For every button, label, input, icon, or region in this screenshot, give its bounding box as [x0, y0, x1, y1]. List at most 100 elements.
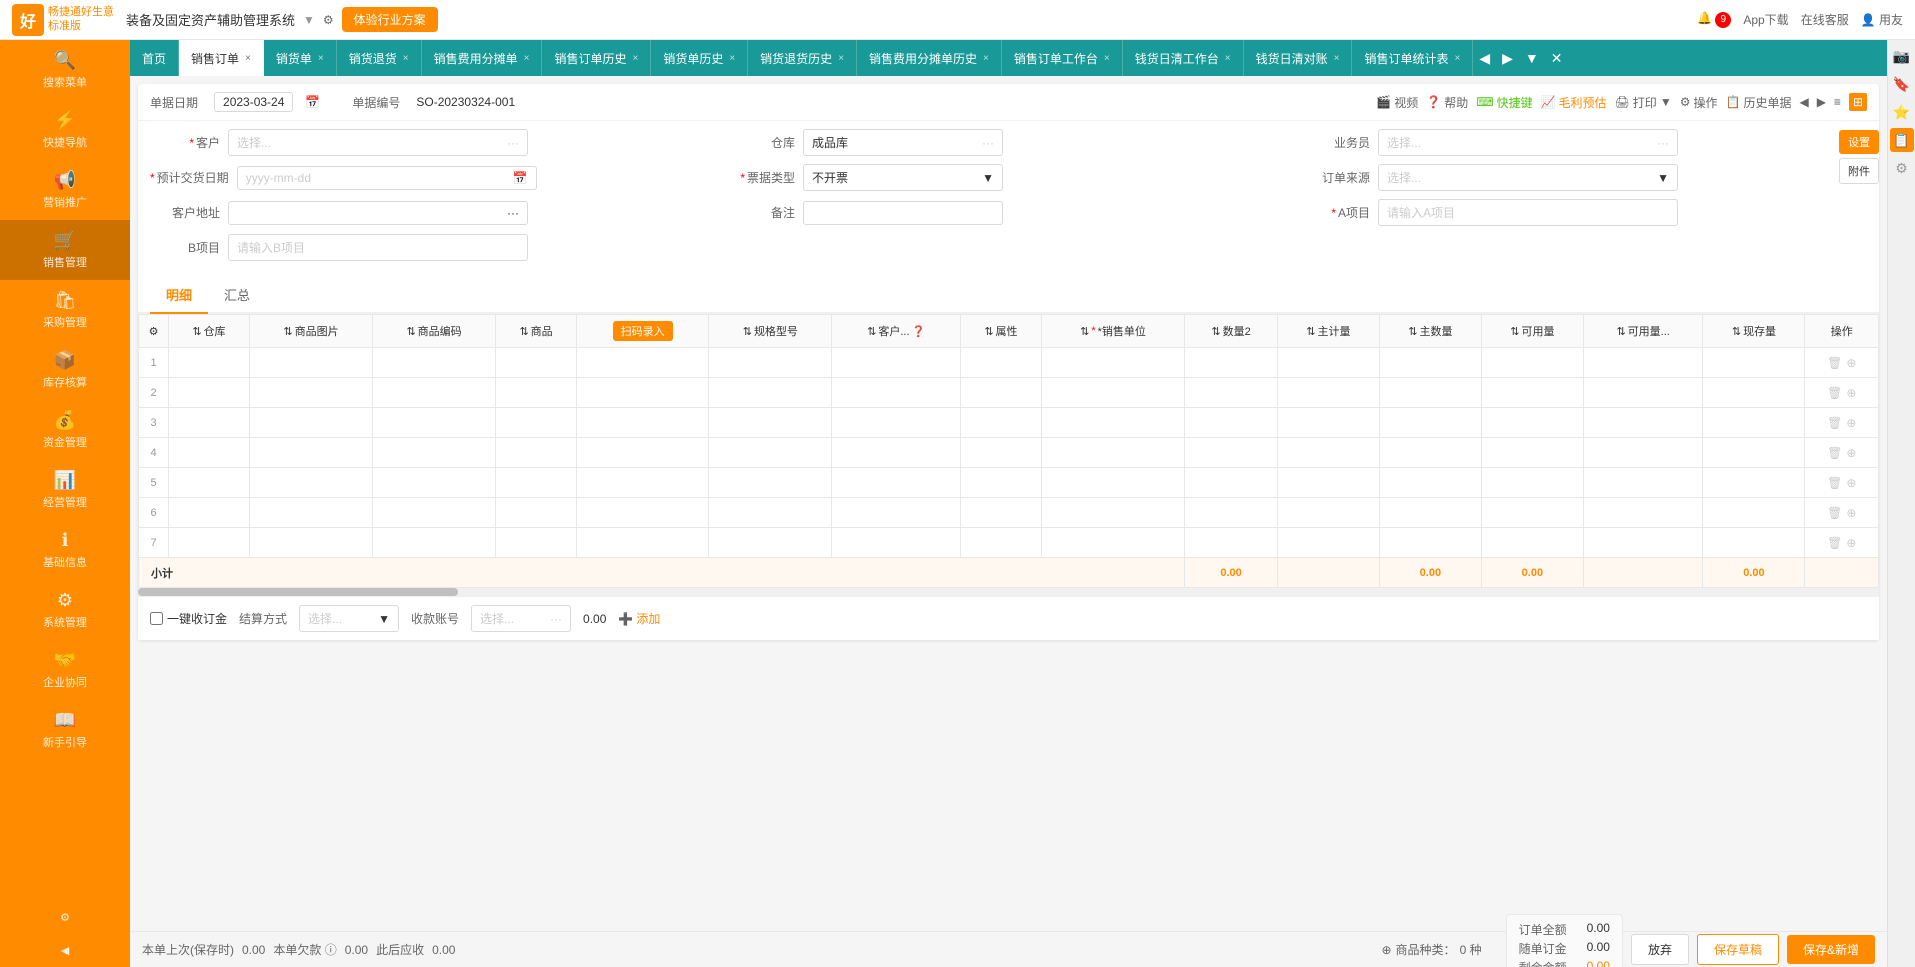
row-delete-icon[interactable]: 🗑 — [1827, 386, 1842, 400]
online-support-link[interactable]: 在线客服 — [1801, 11, 1849, 28]
pager-next-icon[interactable]: ▶ — [1817, 95, 1826, 109]
row-warehouse[interactable] — [169, 348, 250, 378]
invoice-dropdown-icon[interactable]: ▼ — [982, 171, 994, 185]
row-code[interactable] — [373, 348, 496, 378]
tab-home[interactable]: 首页 — [130, 40, 179, 76]
help-btn[interactable]: ❓ 帮助 — [1426, 94, 1468, 111]
tab-close-all-btn[interactable]: ✕ — [1545, 50, 1569, 67]
tab-sales-stats[interactable]: 销售订单统计表 × — [1352, 40, 1473, 76]
account-select[interactable]: 选择... ··· — [471, 605, 571, 632]
view-mode-grid-icon[interactable]: ⊞ — [1849, 93, 1867, 111]
tab-summary[interactable]: 汇总 — [208, 277, 266, 314]
tab-close-icon[interactable]: × — [632, 53, 638, 64]
right-panel-clipboard-btn[interactable]: 📋 — [1890, 128, 1914, 152]
attachment-panel-btn[interactable]: 附件 — [1839, 158, 1879, 184]
history-btn[interactable]: 📋 历史单据 — [1725, 94, 1791, 111]
tab-dropdown-btn[interactable]: ▼ — [1519, 50, 1545, 66]
invoice-type-select[interactable]: 不开票 ▼ — [803, 164, 1003, 191]
pager-prev-icon[interactable]: ◀ — [1799, 95, 1808, 109]
notification-icon[interactable]: 🔔 9 — [1697, 11, 1731, 28]
tab-cash-workbench[interactable]: 钱货日清工作台 × — [1123, 40, 1244, 76]
sidebar-item-search[interactable]: 🔍 搜索菜单 — [0, 40, 130, 100]
right-panel-photo-btn[interactable]: 📷 — [1890, 44, 1914, 68]
right-panel-bookmark-btn[interactable]: 🔖 — [1890, 72, 1914, 96]
sidebar-item-basic-info[interactable]: ℹ 基础信息 — [0, 520, 130, 580]
tab-sales-order[interactable]: 销售订单 × — [179, 40, 264, 76]
info-icon[interactable]: ⓘ — [325, 943, 337, 957]
row-delete-icon[interactable]: 🗑 — [1827, 416, 1842, 430]
app-download-link[interactable]: App下载 — [1743, 11, 1788, 28]
bill-date-value[interactable]: 2023-03-24 — [214, 92, 293, 112]
print-dropdown-icon[interactable]: ▼ — [1660, 95, 1672, 109]
row-delete-icon[interactable]: 🗑 — [1827, 476, 1842, 490]
sidebar-item-operations[interactable]: 📊 经营管理 — [0, 460, 130, 520]
order-source-select[interactable]: 选择... ▼ — [1378, 164, 1678, 191]
sidebar-item-finance[interactable]: 💰 资金管理 — [0, 400, 130, 460]
tab-sales-return-history[interactable]: 销货退货历史 × — [748, 40, 857, 76]
payment-method-select[interactable]: 选择... ▼ — [299, 605, 399, 632]
sidebar-item-guide[interactable]: 📖 新手引导 — [0, 700, 130, 760]
warehouse-input[interactable]: 成品库 ··· — [803, 129, 1003, 156]
sidebar-item-purchase[interactable]: 🛍 采购管理 — [0, 280, 130, 340]
quick-payment-input[interactable] — [150, 612, 163, 625]
tab-sales-expense[interactable]: 销售费用分摊单 × — [422, 40, 543, 76]
row-copy-icon[interactable]: ⊕ — [1846, 386, 1856, 400]
row-attr[interactable] — [960, 348, 1041, 378]
tab-prev-btn[interactable]: ◀ — [1473, 50, 1496, 67]
shortcut-btn[interactable]: ⌨ 快捷键 — [1476, 94, 1532, 111]
row-spec[interactable] — [709, 348, 832, 378]
tab-close-icon[interactable]: × — [524, 53, 530, 64]
tab-detail[interactable]: 明细 — [150, 277, 208, 314]
row-delete-icon[interactable]: 🗑 — [1827, 536, 1842, 550]
sidebar-item-sales[interactable]: 🛒 销售管理 — [0, 220, 130, 280]
row-product[interactable] — [496, 348, 577, 378]
tab-close-icon[interactable]: × — [729, 53, 735, 64]
sidebar-item-inventory[interactable]: 📦 库存核算 — [0, 340, 130, 400]
tab-close-icon[interactable]: × — [1225, 53, 1231, 64]
row-delete-icon[interactable]: 🗑 — [1827, 356, 1842, 370]
tab-close-icon[interactable]: × — [403, 53, 409, 64]
row-current[interactable] — [1703, 348, 1805, 378]
row-copy-icon[interactable]: ⊕ — [1846, 416, 1856, 430]
staff-input[interactable]: 选择... ··· — [1378, 129, 1678, 156]
save-new-btn[interactable]: 保存&新增 — [1787, 935, 1875, 964]
b-project-input[interactable]: 请输入B项目 — [228, 234, 528, 261]
profit-btn[interactable]: 📈 毛利预估 — [1541, 94, 1607, 111]
view-btn[interactable]: 🎬 视频 — [1376, 94, 1418, 111]
row-main-unit[interactable] — [1277, 348, 1379, 378]
settings-panel-btn[interactable]: 设置 — [1839, 130, 1879, 154]
th-settings[interactable]: ⚙ — [139, 315, 169, 348]
sidebar-collapse-btn[interactable]: ◀ — [0, 934, 130, 967]
right-panel-settings-btn[interactable]: ⚙ — [1890, 156, 1914, 180]
tab-close-icon[interactable]: × — [1104, 53, 1110, 64]
view-mode-list-icon[interactable]: ≡ — [1834, 95, 1841, 109]
print-btn[interactable]: 🖨 打印 ▼ — [1615, 94, 1672, 111]
sidebar-item-marketing[interactable]: 📢 营销推广 — [0, 160, 130, 220]
sidebar-settings-btn[interactable]: ⚙ — [0, 901, 130, 934]
tab-close-icon[interactable]: × — [318, 53, 324, 64]
user-avatar[interactable]: 👤 用友 — [1861, 11, 1903, 28]
row-scan[interactable] — [577, 348, 709, 378]
staff-more-icon[interactable]: ··· — [1657, 136, 1669, 150]
order-source-dropdown-icon[interactable]: ▼ — [1657, 171, 1669, 185]
right-panel-star-btn[interactable]: ⭐ — [1890, 100, 1914, 124]
tab-close-icon[interactable]: × — [245, 53, 251, 64]
payment-dropdown-icon[interactable]: ▼ — [378, 612, 390, 626]
operation-btn[interactable]: ⚙ 操作 — [1680, 94, 1718, 111]
tab-sales-bill[interactable]: 销货单 × — [264, 40, 337, 76]
customer-input[interactable]: 选择... ··· — [228, 129, 528, 156]
delivery-date-input[interactable]: yyyy-mm-dd 📅 — [237, 166, 537, 190]
row-customer-code[interactable] — [832, 348, 961, 378]
remark-input[interactable] — [803, 201, 1003, 225]
address-more-icon[interactable]: ··· — [507, 206, 519, 220]
customer-address-input[interactable]: ··· — [228, 201, 528, 225]
tab-close-icon[interactable]: × — [1334, 53, 1340, 64]
tab-close-icon[interactable]: × — [1454, 53, 1460, 64]
tab-sales-order-history[interactable]: 销售订单历史 × — [542, 40, 651, 76]
sidebar-item-system[interactable]: ⚙ 系统管理 — [0, 580, 130, 640]
sidebar-item-enterprise[interactable]: 🤝 企业协同 — [0, 640, 130, 700]
account-more-icon[interactable]: ··· — [550, 612, 562, 626]
settings-icon[interactable]: ⚙ — [323, 13, 334, 27]
table-scroll-bar[interactable] — [138, 588, 1879, 596]
a-project-input[interactable]: 请输入A项目 — [1378, 199, 1678, 226]
